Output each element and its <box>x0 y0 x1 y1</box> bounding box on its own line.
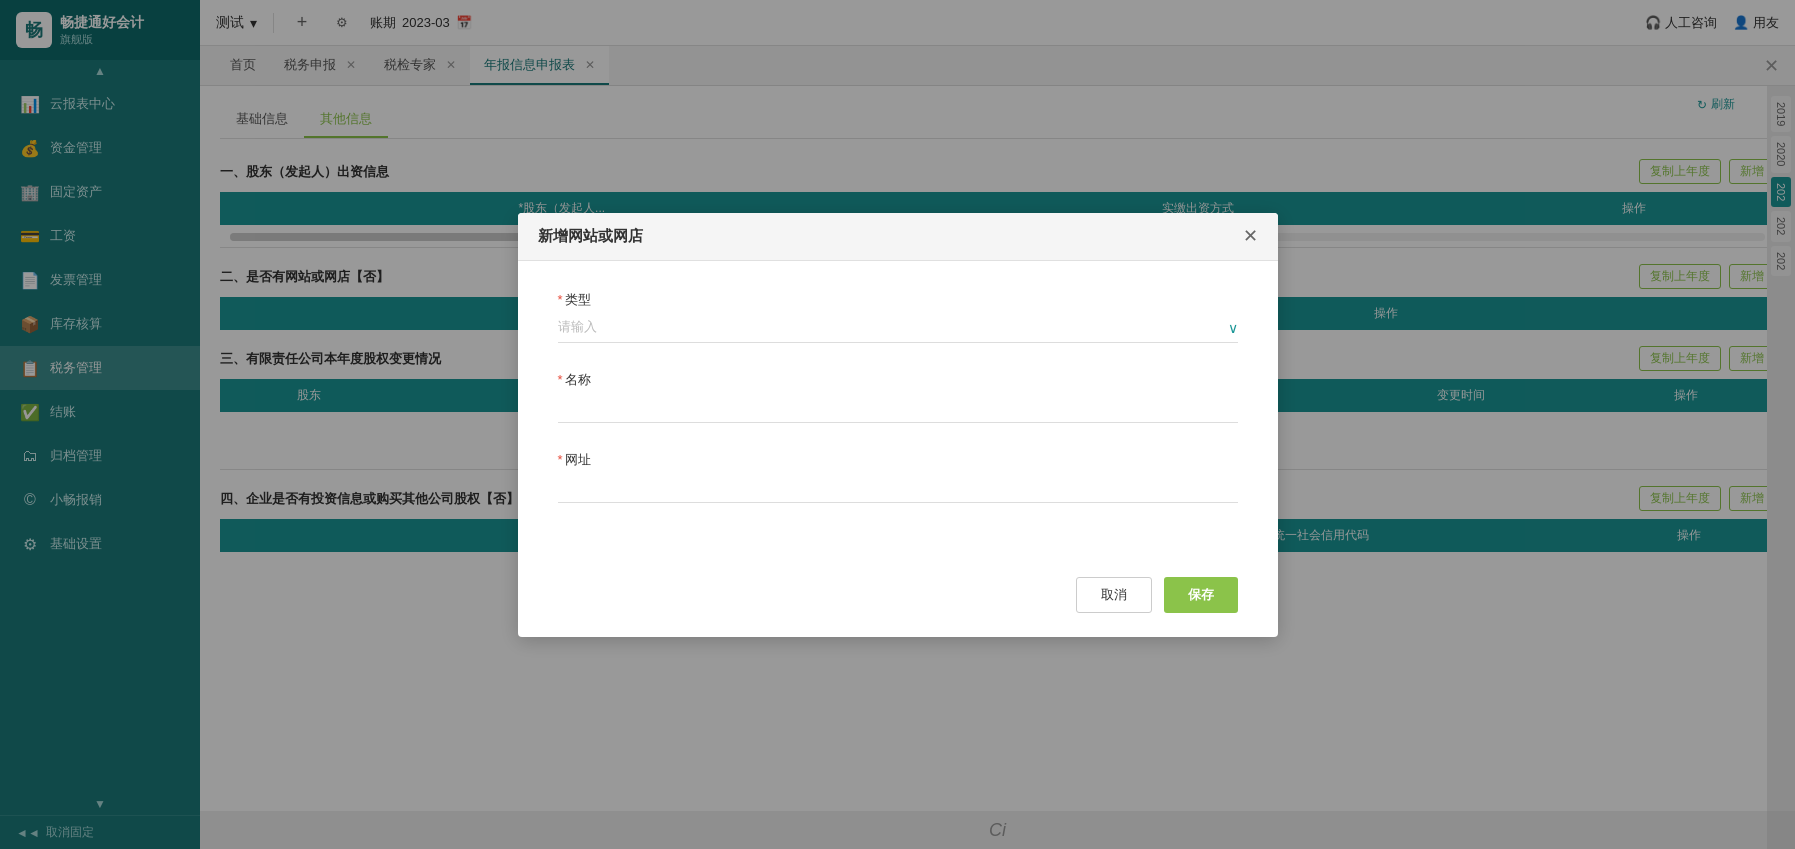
form-label-type: *类型 <box>558 291 1238 309</box>
url-input[interactable] <box>558 475 1238 498</box>
form-input-wrapper-type: ∨ <box>558 315 1238 343</box>
form-label-url: *网址 <box>558 451 1238 469</box>
save-button[interactable]: 保存 <box>1164 577 1238 613</box>
required-star-name: * <box>558 372 563 387</box>
required-star-url: * <box>558 452 563 467</box>
form-row-type: *类型 ∨ <box>558 291 1238 343</box>
modal-footer: 取消 保存 <box>518 561 1278 637</box>
modal-title: 新增网站或网店 <box>538 227 643 246</box>
form-input-wrapper-name <box>558 395 1238 423</box>
modal-add-website: 新增网站或网店 ✕ *类型 ∨ *名称 <box>518 213 1278 637</box>
required-star-type: * <box>558 292 563 307</box>
form-label-name: *名称 <box>558 371 1238 389</box>
type-input[interactable] <box>558 315 1238 338</box>
modal-header: 新增网站或网店 ✕ <box>518 213 1278 261</box>
form-row-url: *网址 <box>558 451 1238 503</box>
cancel-button[interactable]: 取消 <box>1076 577 1152 613</box>
form-row-name: *名称 <box>558 371 1238 423</box>
name-input[interactable] <box>558 395 1238 418</box>
dropdown-arrow-icon[interactable]: ∨ <box>1228 320 1238 336</box>
modal-overlay: 新增网站或网店 ✕ *类型 ∨ *名称 <box>0 0 1795 849</box>
modal-close-icon[interactable]: ✕ <box>1243 227 1258 245</box>
modal-body: *类型 ∨ *名称 *网址 <box>518 261 1278 561</box>
form-input-wrapper-url <box>558 475 1238 503</box>
